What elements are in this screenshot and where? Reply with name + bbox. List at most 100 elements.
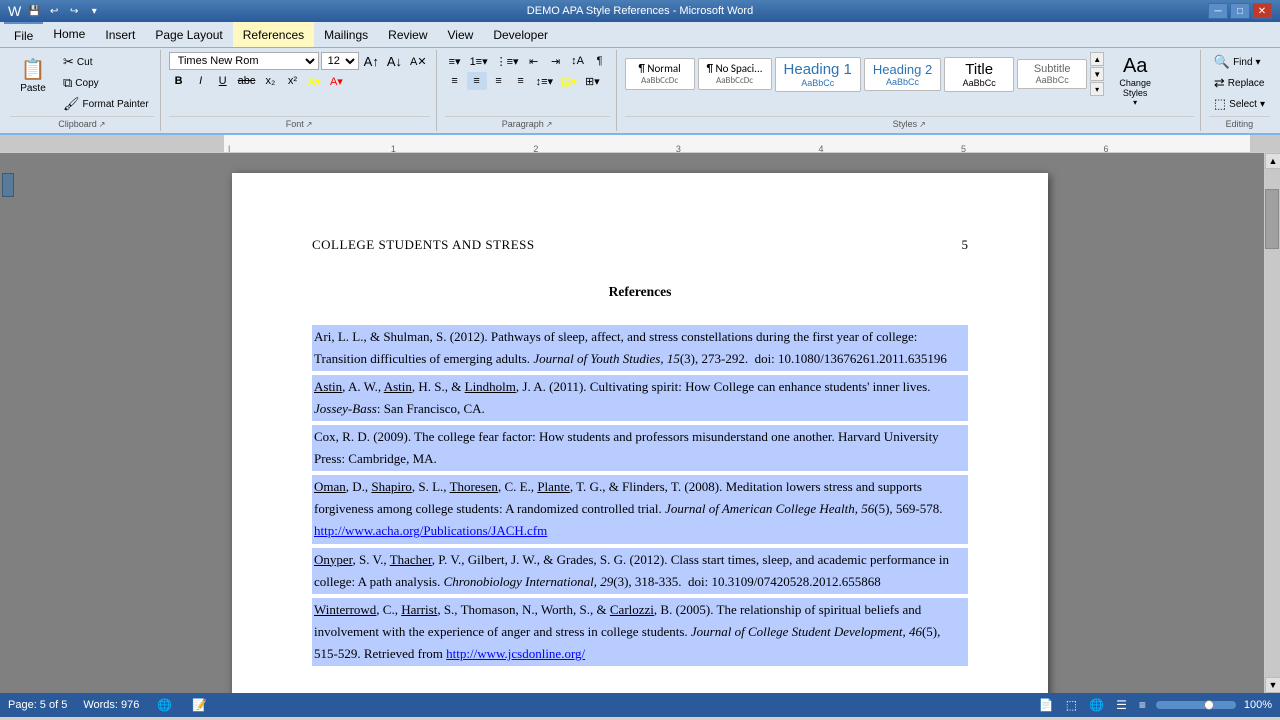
paste-icon: 📋: [21, 57, 46, 82]
page-info: Page: 5 of 5: [8, 699, 67, 711]
web-layout-button[interactable]: 🌐: [1087, 698, 1106, 712]
scroll-track[interactable]: [1265, 169, 1280, 677]
styles-expand-icon[interactable]: ↗: [919, 120, 926, 129]
font-expand-icon[interactable]: ↗: [306, 120, 313, 129]
multilevel-button[interactable]: ⋮≡▾: [493, 52, 522, 70]
references-menu[interactable]: References: [233, 22, 314, 47]
format-painter-button[interactable]: 🖌 Format Painter: [58, 94, 154, 114]
find-button[interactable]: 🔍 Find ▾: [1209, 52, 1270, 72]
reference-list: Ari, L. L., & Shulman, S. (2012). Pathwa…: [312, 325, 968, 666]
clear-format-button[interactable]: A✕: [407, 52, 430, 70]
style-nospace-button[interactable]: ¶ No Spaci... AaBbCcDc: [698, 58, 772, 90]
zoom-thumb[interactable]: [1204, 700, 1214, 710]
document-scroll[interactable]: COLLEGE STUDENTS AND STRESS 5 References…: [16, 153, 1264, 693]
paragraph-expand-icon[interactable]: ↗: [546, 120, 553, 129]
menu-bar: File Home Insert Page Layout References …: [0, 22, 1280, 48]
redo-button[interactable]: ↪: [65, 2, 83, 20]
align-left-button[interactable]: ≡: [445, 72, 465, 90]
font-size-select[interactable]: 12: [321, 52, 359, 70]
view-menu[interactable]: View: [438, 22, 484, 47]
replace-button[interactable]: ⇄ Replace: [1209, 73, 1270, 93]
clipboard-group: 📋 Paste ✂ Cut ⧉ Copy 🖌 Format Painter: [4, 50, 161, 131]
copy-button[interactable]: ⧉ Copy: [58, 73, 154, 93]
ref4-link[interactable]: http://www.acha.org/Publications/JACH.cf…: [314, 523, 547, 538]
zoom-slider[interactable]: [1156, 701, 1236, 709]
full-screen-button[interactable]: ⬚: [1064, 698, 1079, 712]
undo-button[interactable]: ↩: [45, 2, 63, 20]
ref6-link[interactable]: http://www.jcsdonline.org/: [446, 646, 585, 661]
scroll-up-button[interactable]: ▲: [1265, 153, 1280, 169]
line-spacing-button[interactable]: ↕≡▾: [533, 72, 556, 90]
language-button[interactable]: 🌐: [155, 698, 174, 712]
ruler-left-margin: [0, 135, 224, 152]
insert-menu[interactable]: Insert: [95, 22, 145, 47]
italic-button[interactable]: I: [191, 72, 211, 90]
mailings-menu[interactable]: Mailings: [314, 22, 378, 47]
clipboard-expand-icon[interactable]: ↗: [99, 120, 106, 129]
status-left: Page: 5 of 5 Words: 976 🌐 📝: [8, 698, 209, 712]
print-layout-button[interactable]: 📄: [1037, 698, 1056, 712]
page-layout-menu[interactable]: Page Layout: [145, 22, 232, 47]
scroll-down-button[interactable]: ▼: [1265, 677, 1280, 693]
close-button[interactable]: ✕: [1252, 3, 1272, 19]
window-title: DEMO APA Style References - Microsoft Wo…: [527, 5, 753, 17]
title-bar: W 💾 ↩ ↪ ▾ DEMO APA Style References - Mi…: [0, 0, 1280, 22]
save-button[interactable]: 💾: [25, 2, 43, 20]
bold-button[interactable]: B: [169, 72, 189, 90]
font-group: Times New Rom 12 A↑ A↓ A✕ B I U abc: [163, 50, 437, 131]
shading-button[interactable]: ▤▾: [558, 72, 580, 90]
align-center-button[interactable]: ≡: [467, 72, 487, 90]
cut-button[interactable]: ✂ Cut: [58, 52, 154, 72]
shrink-font-button[interactable]: A↓: [384, 52, 405, 70]
change-styles-button[interactable]: Aa Change Styles ▾: [1110, 52, 1160, 110]
show-formatting-button[interactable]: ¶: [590, 52, 610, 70]
minimize-button[interactable]: ─: [1208, 3, 1228, 19]
subscript-button[interactable]: x₂: [260, 72, 280, 90]
developer-menu[interactable]: Developer: [483, 22, 558, 47]
bullets-button[interactable]: ≡▾: [445, 52, 465, 70]
word-count: Words: 976: [83, 699, 139, 711]
style-title-button[interactable]: Title AaBbCc: [944, 57, 1014, 92]
format-painter-icon: 🖌: [63, 96, 80, 112]
style-normal-button[interactable]: ¶ Normal AaBbCcDc: [625, 58, 695, 90]
style-subtitle-button[interactable]: Subtitle AaBbCc: [1017, 59, 1087, 89]
collapse-marker[interactable]: [2, 173, 14, 197]
review-menu[interactable]: Review: [378, 22, 437, 47]
font-face-select[interactable]: Times New Rom: [169, 52, 319, 70]
window-controls: ─ □ ✕: [1208, 3, 1272, 19]
style-heading1-button[interactable]: Heading 1 AaBbCc: [775, 57, 861, 92]
justify-button[interactable]: ≡: [511, 72, 531, 90]
styles-more[interactable]: ▾: [1090, 82, 1104, 96]
borders-button[interactable]: ⊞▾: [582, 72, 603, 90]
reference-entry-5: Onyper, S. V., Thacher, P. V., Gilbert, …: [312, 548, 968, 594]
styles-group: ¶ Normal AaBbCcDc ¶ No Spaci... AaBbCcDc…: [619, 50, 1201, 131]
file-menu[interactable]: File: [4, 22, 43, 47]
ribbon-content: 📋 Paste ✂ Cut ⧉ Copy 🖌 Format Painter: [0, 48, 1280, 133]
document-page: COLLEGE STUDENTS AND STRESS 5 References…: [232, 173, 1048, 693]
strikethrough-button[interactable]: abc: [235, 72, 259, 90]
increase-indent-button[interactable]: ⇥: [546, 52, 566, 70]
home-menu[interactable]: Home: [43, 22, 95, 47]
numbering-button[interactable]: 1≡▾: [467, 52, 491, 70]
superscript-button[interactable]: x²: [282, 72, 302, 90]
sort-button[interactable]: ↕A: [568, 52, 588, 70]
more-button[interactable]: ▾: [85, 2, 103, 20]
underline-button[interactable]: U: [213, 72, 233, 90]
outline-button[interactable]: ☰: [1114, 698, 1129, 712]
font-color-button[interactable]: A▾: [326, 72, 346, 90]
styles-scroll-up[interactable]: ▲: [1090, 52, 1104, 66]
ribbon: 📋 Paste ✂ Cut ⧉ Copy 🖌 Format Painter: [0, 48, 1280, 135]
maximize-button[interactable]: □: [1230, 3, 1250, 19]
select-button[interactable]: ⬚ Select ▾: [1209, 94, 1270, 114]
grow-font-button[interactable]: A↑: [361, 52, 382, 70]
draft-button[interactable]: ≡: [1137, 698, 1148, 712]
paste-button[interactable]: 📋 Paste: [10, 52, 56, 99]
text-highlight-button[interactable]: A▾: [304, 72, 324, 90]
align-right-button[interactable]: ≡: [489, 72, 509, 90]
decrease-indent-button[interactable]: ⇤: [524, 52, 544, 70]
styles-scroll-down[interactable]: ▼: [1090, 67, 1104, 81]
track-changes-button[interactable]: 📝: [190, 698, 209, 712]
style-heading2-button[interactable]: Heading 2 AaBbCc: [864, 58, 941, 91]
scroll-thumb[interactable]: [1265, 189, 1279, 249]
ruler-content[interactable]: | 1 2 3 4 5 6: [224, 135, 1250, 152]
